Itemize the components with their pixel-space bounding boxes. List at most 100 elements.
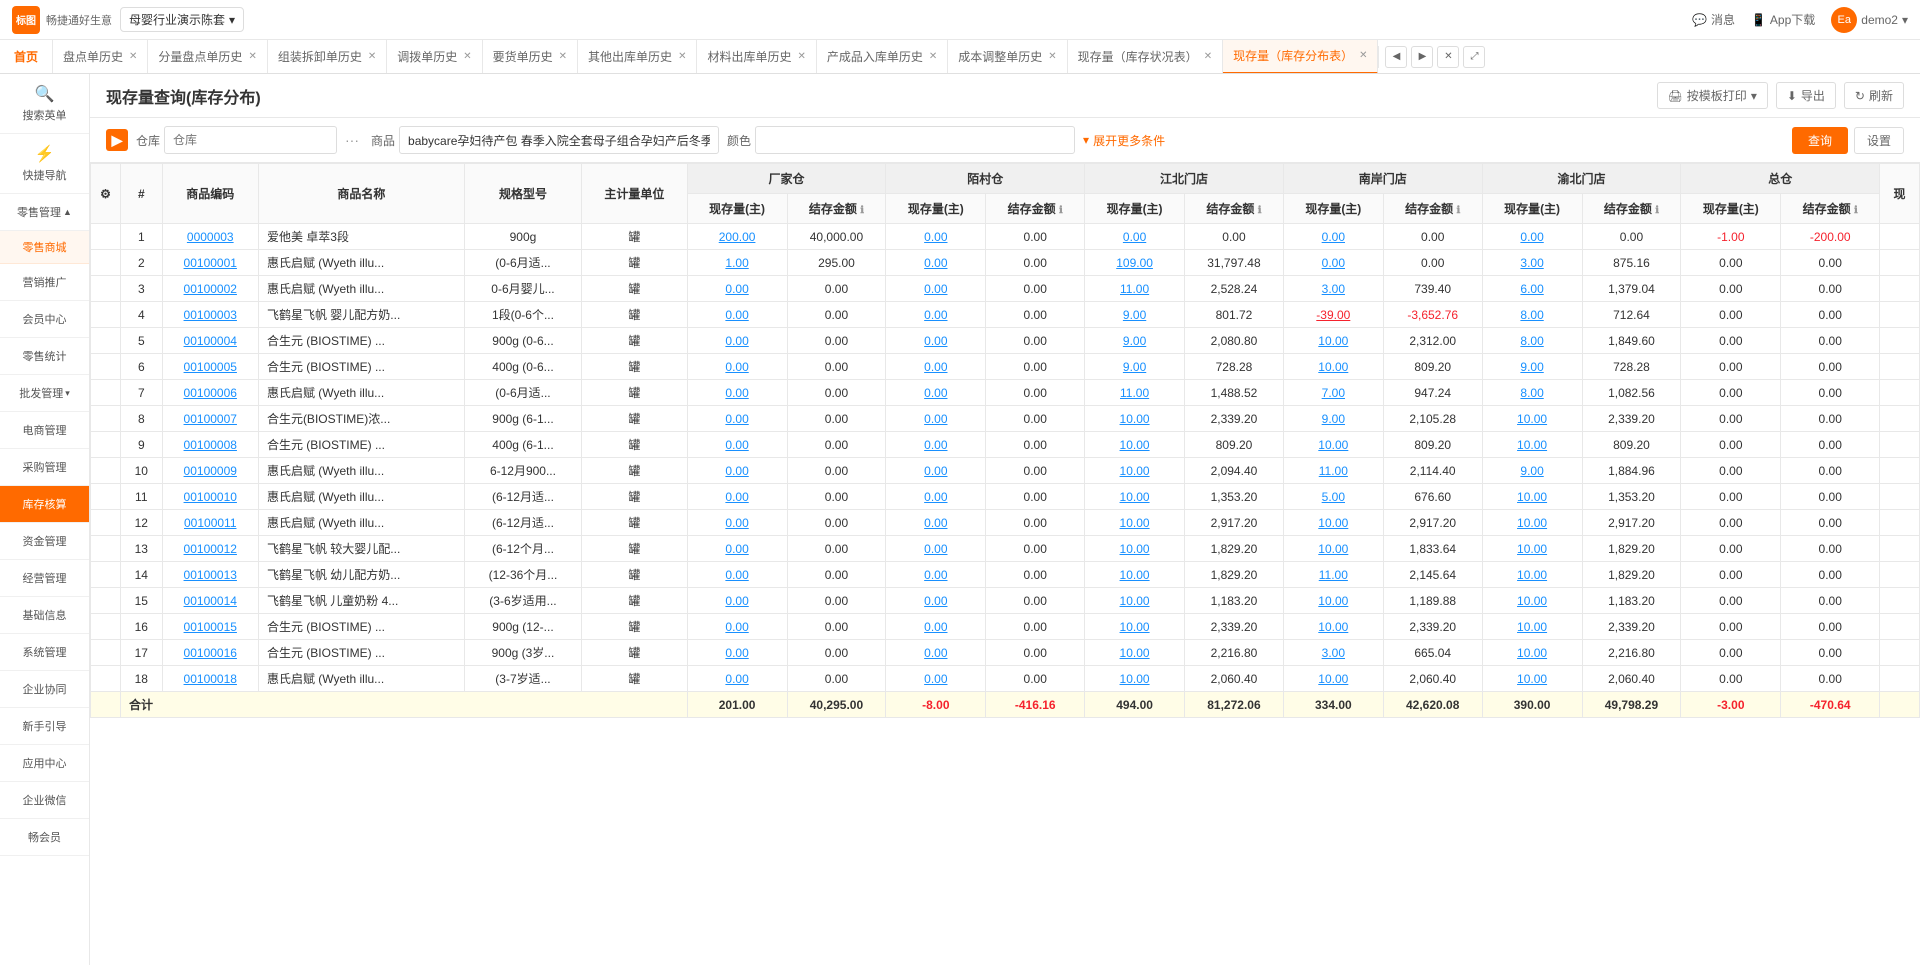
sidebar-item-apps[interactable]: 应用中心: [0, 745, 89, 782]
cell-yubei-qty: 8.00: [1482, 328, 1582, 354]
cell-code: 0000003: [162, 224, 258, 250]
tab-item-2[interactable]: 组装拆卸单历史 ✕: [268, 40, 387, 74]
tab-item-0[interactable]: 盘点单历史 ✕: [53, 40, 148, 74]
th-settings[interactable]: ⚙: [91, 164, 121, 224]
cell-changjiacao-amt: 0.00: [787, 328, 886, 354]
tab-item-6[interactable]: 材料出库单历史 ✕: [697, 40, 816, 74]
table-row: 7 00100006 惠氏启赋 (Wyeth illu... (0-6月适...…: [91, 380, 1920, 406]
tab-next-btn[interactable]: ▶: [1411, 46, 1433, 68]
cell-extra: [1880, 250, 1920, 276]
tab-close-1[interactable]: ✕: [248, 51, 256, 62]
sidebar-item-purchase[interactable]: 采购管理: [0, 449, 89, 486]
export-btn[interactable]: ⬇ 导出: [1776, 82, 1836, 109]
tab-close-5[interactable]: ✕: [678, 51, 686, 62]
cell-mucuncang-qty: 0.00: [886, 536, 986, 562]
settings-btn[interactable]: 设置: [1854, 127, 1904, 154]
cell-name: 飞鹤星飞帆 儿童奶粉 4...: [258, 588, 464, 614]
th-total-amt: 结存金额 ℹ: [1781, 194, 1880, 224]
refresh-btn[interactable]: ↻ 刷新: [1844, 82, 1904, 109]
cell-mucuncang-amt: 0.00: [986, 224, 1085, 250]
cell-nanan-qty: 7.00: [1283, 380, 1383, 406]
tab-label-5: 其他出库单历史: [588, 48, 672, 65]
table-wrapper[interactable]: ⚙ # 商品编码 商品名称 规格型号 主计量单位 厂家仓 陌村仓 江北门店 南岸…: [90, 163, 1920, 965]
tab-close-0[interactable]: ✕: [129, 51, 137, 62]
cell-mucuncang-qty: 0.00: [886, 276, 986, 302]
filter-collapse-btn[interactable]: ▶: [106, 129, 128, 151]
avatar: Ea: [1831, 7, 1857, 33]
tab-close-7[interactable]: ✕: [929, 51, 937, 62]
tab-close-3[interactable]: ✕: [463, 51, 471, 62]
sidebar-item-member[interactable]: 会员中心: [0, 301, 89, 338]
tab-item-5[interactable]: 其他出库单历史 ✕: [578, 40, 697, 74]
tab-close-9[interactable]: ✕: [1204, 51, 1212, 62]
cell-jiangbei-amt: 1,183.20: [1185, 588, 1284, 614]
info-icon[interactable]: ℹ: [1456, 205, 1460, 216]
tab-close-10[interactable]: ✕: [1359, 50, 1367, 61]
sidebar-item-basic[interactable]: 基础信息: [0, 597, 89, 634]
tab-item-4[interactable]: 要货单历史 ✕: [483, 40, 578, 74]
cell-nanan-amt: 0.00: [1383, 224, 1482, 250]
sidebar-item-nav[interactable]: ⚡ 快捷导航: [0, 134, 89, 194]
info-icon[interactable]: ℹ: [1655, 205, 1659, 216]
table-row: 8 00100007 合生元(BIOSTIME)浓... 900g (6-1..…: [91, 406, 1920, 432]
tab-home[interactable]: 首页: [0, 40, 53, 74]
color-input[interactable]: [755, 126, 1075, 154]
sidebar-item-operations[interactable]: 经营管理: [0, 560, 89, 597]
info-icon[interactable]: ℹ: [1854, 205, 1858, 216]
sidebar-item-finance[interactable]: 资金管理: [0, 523, 89, 560]
filter-expand-btn[interactable]: ▾ 展开更多条件: [1083, 132, 1165, 149]
sidebar-item-search[interactable]: 🔍 搜索英单: [0, 74, 89, 134]
cell-seq: 7: [121, 380, 163, 406]
sidebar-item-collab[interactable]: 企业协同: [0, 671, 89, 708]
cell-yubei-amt: 2,060.40: [1582, 666, 1681, 692]
table-row: 18 00100018 惠氏启赋 (Wyeth illu... (3-7岁适..…: [91, 666, 1920, 692]
tab-item-1[interactable]: 分量盘点单历史 ✕: [148, 40, 267, 74]
info-icon[interactable]: ℹ: [1059, 205, 1063, 216]
tab-item-3[interactable]: 调拨单历史 ✕: [387, 40, 482, 74]
cell-extra: [1880, 224, 1920, 250]
sidebar-item-stats[interactable]: 零售统计: [0, 338, 89, 375]
sidebar-item-guide[interactable]: 新手引导: [0, 708, 89, 745]
info-icon[interactable]: ℹ: [1258, 205, 1262, 216]
cell-extra: [1880, 458, 1920, 484]
tab-label-2: 组装拆卸单历史: [278, 48, 362, 65]
cell-code: 00100010: [162, 484, 258, 510]
tab-item-8[interactable]: 成本调整单历史 ✕: [948, 40, 1067, 74]
cell-total-qty: 0.00: [1681, 380, 1781, 406]
cell-nanan-qty: 10.00: [1283, 614, 1383, 640]
search-icon: 🔍: [4, 84, 85, 104]
tab-expand-btn[interactable]: ⤢: [1463, 46, 1485, 68]
cell-total-amt: 0.00: [1781, 484, 1880, 510]
sidebar-item-retail[interactable]: 零售管理 ▲: [0, 194, 89, 231]
goods-input[interactable]: [399, 126, 719, 154]
cell-total-qty: 0.00: [1681, 406, 1781, 432]
tab-close-4[interactable]: ✕: [559, 51, 567, 62]
tab-item-7[interactable]: 产成品入库单历史 ✕: [817, 40, 948, 74]
org-selector[interactable]: 母婴行业演示陈套 ▾: [120, 7, 244, 32]
info-icon[interactable]: ℹ: [860, 205, 864, 216]
user-area[interactable]: Ea demo2 ▾: [1831, 7, 1908, 33]
sidebar-sub-item-mall[interactable]: 零售商城: [0, 231, 89, 264]
tab-close-8[interactable]: ✕: [1048, 51, 1056, 62]
sidebar-item-system[interactable]: 系统管理: [0, 634, 89, 671]
tab-item-10[interactable]: 现存量（库存分布表） ✕: [1223, 40, 1378, 74]
sidebar-item-wholesale[interactable]: 批发管理 ▾: [0, 375, 89, 412]
message-btn[interactable]: 💬 消息: [1692, 11, 1735, 28]
app-download-btn[interactable]: 📱 App下载: [1751, 11, 1815, 28]
sidebar-item-inventory[interactable]: 库存核算: [0, 486, 89, 523]
tab-label-8: 成本调整单历史: [958, 48, 1042, 65]
sidebar-item-label-ecommerce: 电商管理: [4, 422, 85, 438]
tab-close-all-btn[interactable]: ✕: [1437, 46, 1459, 68]
sidebar-item-marketing[interactable]: 营销推广: [0, 264, 89, 301]
tab-prev-btn[interactable]: ◀: [1385, 46, 1407, 68]
sidebar-item-ecommerce[interactable]: 电商管理: [0, 412, 89, 449]
warehouse-input[interactable]: [164, 126, 337, 154]
sidebar-item-vip[interactable]: 畅会员: [0, 819, 89, 856]
tab-item-9[interactable]: 现存量（库存状况表） ✕: [1068, 40, 1223, 74]
tab-close-6[interactable]: ✕: [797, 51, 805, 62]
tab-close-2[interactable]: ✕: [368, 51, 376, 62]
query-btn[interactable]: 查询: [1792, 127, 1848, 154]
cell-jiangbei-qty: 9.00: [1085, 354, 1185, 380]
sidebar-item-wechat[interactable]: 企业微信: [0, 782, 89, 819]
print-btn[interactable]: 🖨 按模板打印 ▾: [1657, 82, 1768, 109]
